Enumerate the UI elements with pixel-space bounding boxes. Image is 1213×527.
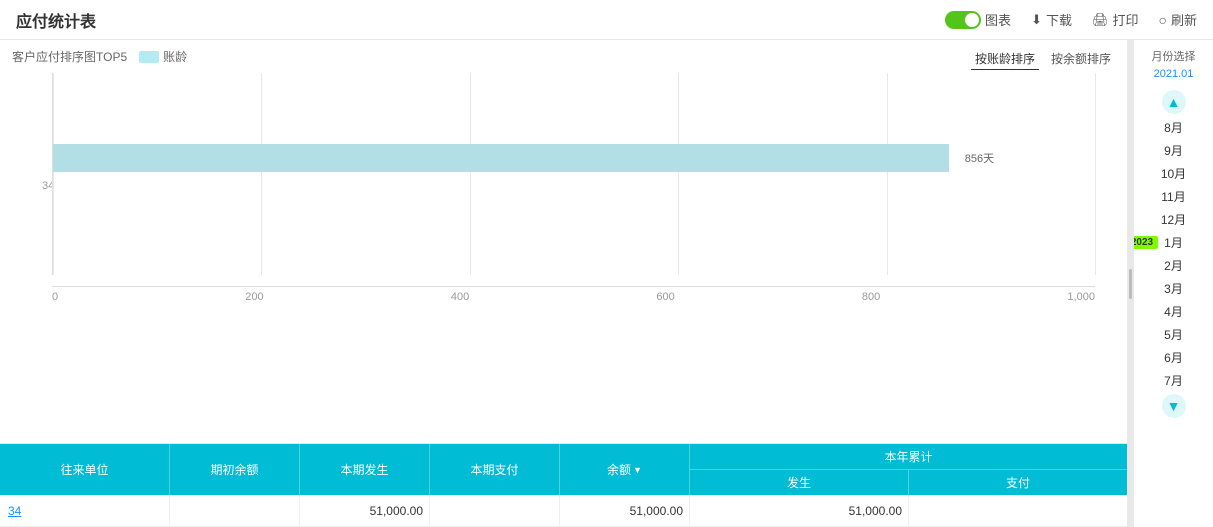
print-action[interactable]: 🖨 打印 — [1092, 10, 1139, 29]
sidebar-month-12[interactable]: 12月 — [1134, 208, 1213, 231]
td-unit[interactable]: 34 — [0, 495, 170, 526]
td-current-pay — [430, 495, 560, 526]
sidebar-month-2[interactable]: 2月 — [1134, 254, 1213, 277]
sidebar-up-btn[interactable]: ▲ — [1162, 90, 1186, 114]
header: 应付统计表 图表 ⬇ 下载 🖨 打印 ○ 刷新 — [0, 0, 1213, 40]
td-ytd-group: 51,000.00 — [690, 495, 1127, 526]
balance-filter-icon[interactable]: ▼ — [633, 465, 642, 475]
main-content: 客户应付排序图TOP5 账龄 按账龄排序 按余额排序 34 — [0, 40, 1213, 527]
sidebar-month-7[interactable]: 7月 — [1134, 369, 1213, 392]
refresh-label: 刷新 — [1171, 10, 1197, 29]
legend-aging-label: 账龄 — [163, 48, 187, 65]
table-header: 往来单位 期初余额 本期发生 本期支付 余额 ▼ — [0, 444, 1127, 495]
td-ytd-occur: 51,000.00 — [690, 495, 909, 526]
legend-color-box — [139, 51, 159, 63]
th-ytd-group: 本年累计 发生 支付 — [690, 444, 1127, 495]
chart-bar: 856天 — [53, 144, 949, 172]
legend-label: 客户应付排序图TOP5 — [12, 48, 127, 65]
sidebar-month-3[interactable]: 3月 — [1134, 277, 1213, 300]
th-opening: 期初余额 — [170, 444, 300, 495]
chart-bar-value: 856天 — [965, 150, 994, 166]
legend-item-aging: 账龄 — [139, 48, 187, 65]
th-current-pay: 本期支付 — [430, 444, 560, 495]
header-actions: 图表 ⬇ 下载 🖨 打印 ○ 刷新 — [945, 10, 1197, 29]
print-label: 打印 — [1113, 10, 1139, 29]
td-current-occur: 51,000.00 — [300, 495, 430, 526]
refresh-action[interactable]: ○ 刷新 — [1159, 10, 1197, 29]
download-action[interactable]: ⬇ 下载 — [1031, 10, 1072, 29]
download-label: 下载 — [1046, 10, 1072, 29]
divider-handle — [1129, 269, 1132, 299]
year-badge: 2023 — [1133, 236, 1158, 249]
chart-area: 客户应付排序图TOP5 账龄 按账龄排序 按余额排序 34 — [0, 40, 1127, 527]
chart-section: 客户应付排序图TOP5 账龄 按账龄排序 按余额排序 34 — [0, 40, 1127, 443]
td-balance: 51,000.00 — [560, 495, 690, 526]
td-opening — [170, 495, 300, 526]
print-icon: 🖨 — [1092, 12, 1109, 28]
th-balance: 余额 ▼ — [560, 444, 690, 495]
chart-toggle[interactable]: 图表 — [945, 10, 1011, 29]
x-label-600: 600 — [656, 291, 674, 303]
chart-bar-area: 856天 0 200 400 600 800 1,000 — [52, 73, 1095, 303]
x-label-1000: 1,000 — [1067, 291, 1095, 303]
table-row: 34 51,000.00 51,000.00 — [0, 495, 1127, 527]
th-ytd-occur: 发生 — [690, 470, 909, 495]
sort-by-amount-btn[interactable]: 按余额排序 — [1047, 48, 1115, 70]
page-title: 应付统计表 — [16, 8, 96, 32]
sidebar-date[interactable]: 2021.01 — [1154, 68, 1194, 80]
refresh-icon: ○ — [1159, 12, 1167, 28]
x-label-800: 800 — [862, 291, 880, 303]
sidebar-month-11[interactable]: 11月 — [1134, 185, 1213, 208]
sidebar-month-6[interactable]: 6月 — [1134, 346, 1213, 369]
sidebar-month-5[interactable]: 5月 — [1134, 323, 1213, 346]
sort-buttons: 按账龄排序 按余额排序 — [971, 48, 1115, 70]
x-label-400: 400 — [451, 291, 469, 303]
sidebar-month-8[interactable]: 8月 — [1134, 116, 1213, 139]
table-section: 往来单位 期初余额 本期发生 本期支付 余额 ▼ — [0, 443, 1127, 527]
chart-toggle-label: 图表 — [985, 10, 1011, 29]
th-ytd-pay: 支付 — [909, 470, 1127, 495]
sidebar-month-9[interactable]: 9月 — [1134, 139, 1213, 162]
x-label-0: 0 — [52, 291, 58, 303]
sidebar-month-10[interactable]: 10月 — [1134, 162, 1213, 185]
sidebar-month-4[interactable]: 4月 — [1134, 300, 1213, 323]
x-label-200: 200 — [245, 291, 263, 303]
legend-item-chart: 客户应付排序图TOP5 — [12, 48, 127, 65]
sidebar-title: 月份选择 — [1152, 48, 1196, 64]
th-current-occur: 本期发生 — [300, 444, 430, 495]
sort-by-balance-btn[interactable]: 按账龄排序 — [971, 48, 1039, 70]
app-container: 应付统计表 图表 ⬇ 下载 🖨 打印 ○ 刷新 — [0, 0, 1213, 527]
td-ytd-pay — [909, 495, 1127, 526]
th-unit: 往来单位 — [0, 444, 170, 495]
th-ytd-title: 本年累计 — [690, 444, 1127, 470]
download-icon: ⬇ — [1031, 12, 1042, 28]
th-ytd-children: 发生 支付 — [690, 470, 1127, 495]
chart-canvas: 34 — [12, 73, 1115, 343]
chart-legend: 客户应付排序图TOP5 账龄 — [12, 48, 1115, 65]
right-sidebar: 月份选择 2021.01 ▲ 8月 9月 10月 11月 12月 1月 2023… — [1133, 40, 1213, 527]
chart-toggle-switch[interactable] — [945, 11, 981, 29]
sidebar-down-btn[interactable]: ▼ — [1162, 394, 1186, 418]
